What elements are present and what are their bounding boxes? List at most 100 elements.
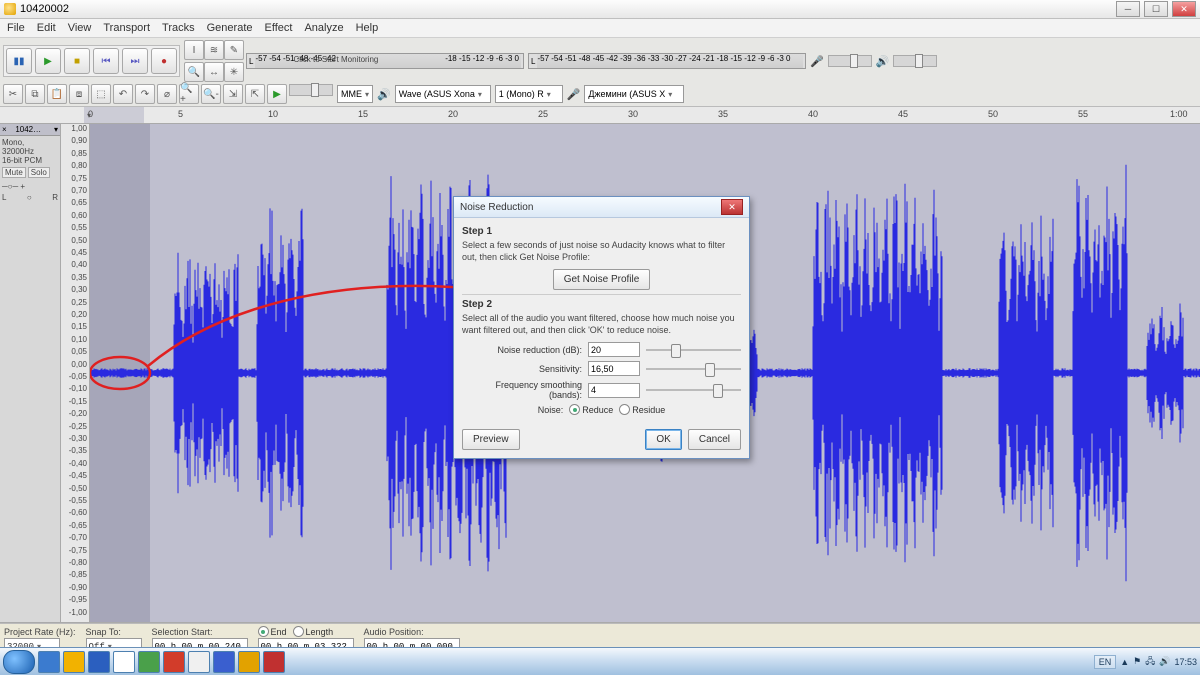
output-channels-select[interactable]: 1 (Mono) R — [495, 85, 563, 103]
sync-lock-button[interactable]: ⌀ — [157, 84, 177, 104]
play-at-speed-button[interactable]: ▶ — [267, 84, 287, 104]
taskbar-clock[interactable]: 17:53 — [1174, 657, 1197, 667]
tray-network-icon[interactable]: 🖧 — [1145, 654, 1155, 670]
taskbar-icon[interactable] — [163, 651, 185, 673]
taskbar-icon[interactable] — [113, 651, 135, 673]
redo-button[interactable]: ↷ — [135, 84, 155, 104]
residue-radio[interactable]: Residue — [619, 404, 665, 415]
nr-input[interactable] — [588, 342, 640, 357]
playback-volume-slider[interactable] — [893, 55, 937, 67]
windows-taskbar[interactable]: EN ▲ ⚑ 🖧 🔊 17:53 — [0, 647, 1200, 675]
window-close-button[interactable]: ✕ — [1172, 1, 1196, 17]
sensitivity-input[interactable] — [588, 361, 640, 376]
menu-file[interactable]: File — [4, 21, 28, 35]
playback-speed-slider[interactable] — [289, 84, 333, 96]
nr-slider[interactable]: .dslider::after{left:var(--pos,50%)} — [646, 345, 741, 355]
cancel-button[interactable]: Cancel — [688, 429, 741, 450]
menu-help[interactable]: Help — [353, 21, 382, 35]
pause-button[interactable]: ▮▮ — [6, 48, 32, 74]
toolbar-area: ▮▮ ▶ ■ ⏮ ⏭ ● I ≋ ✎ 🔍 ↔ ✳ L -57 -54 -51 -… — [0, 38, 1200, 107]
mute-button[interactable]: Mute — [2, 167, 26, 178]
get-noise-profile-button[interactable]: Get Noise Profile — [553, 269, 651, 290]
menu-edit[interactable]: Edit — [34, 21, 59, 35]
tray-flag-icon[interactable]: ▲ — [1120, 657, 1129, 667]
menu-view[interactable]: View — [65, 21, 95, 35]
window-minimize-button[interactable]: ─ — [1116, 1, 1140, 17]
draw-tool[interactable]: ✎ — [224, 40, 244, 60]
noise-reduction-dialog: Noise Reduction ✕ Step 1 Select a few se… — [453, 196, 750, 459]
preview-button[interactable]: Preview — [462, 429, 520, 450]
track-control-panel[interactable]: × 10420002 ▾ Mono, 32000Hz 16-bit PCM Mu… — [0, 124, 61, 622]
snap-to-label: Snap To: — [86, 627, 142, 637]
selection-start-label: Selection Start: — [152, 627, 248, 637]
track-name[interactable]: 10420002 — [15, 125, 45, 134]
skip-end-button[interactable]: ⏭ — [122, 48, 148, 74]
menu-bar: File Edit View Transport Tracks Generate… — [0, 19, 1200, 38]
language-indicator[interactable]: EN — [1094, 655, 1117, 669]
output-device-select[interactable]: Wave (ASUS Xona — [395, 85, 491, 103]
track-menu-button[interactable]: ▾ — [54, 125, 58, 134]
solo-button[interactable]: Solo — [28, 167, 50, 178]
paste-button[interactable]: 📋 — [47, 84, 67, 104]
recording-volume-slider[interactable] — [828, 55, 872, 67]
taskbar-icon[interactable] — [188, 651, 210, 673]
menu-tracks[interactable]: Tracks — [159, 21, 198, 35]
taskbar-icon[interactable] — [213, 651, 235, 673]
speaker-icon: 🔊 — [876, 55, 890, 68]
copy-button[interactable]: ⧉ — [25, 84, 45, 104]
window-title: 10420002 — [20, 3, 69, 15]
menu-transport[interactable]: Transport — [100, 21, 153, 35]
undo-button[interactable]: ↶ — [113, 84, 133, 104]
timeline-ruler[interactable]: 0 5 10 15 20 25 30 35 40 45 50 55 1:00 — [0, 107, 1200, 124]
timeshift-tool[interactable]: ↔ — [204, 62, 224, 82]
dialog-close-button[interactable]: ✕ — [721, 199, 743, 215]
freq-input[interactable] — [588, 383, 640, 398]
cut-button[interactable]: ✂ — [3, 84, 23, 104]
zoom-in-button[interactable]: 🔍+ — [179, 84, 199, 104]
end-radio[interactable]: End — [258, 626, 287, 637]
meter-click-text: Click to Start Monitoring — [293, 55, 378, 64]
zoom-tool[interactable]: 🔍 — [184, 62, 204, 82]
reduce-radio[interactable]: Reduce — [569, 404, 613, 415]
silence-button[interactable]: ⬚ — [91, 84, 111, 104]
ok-button[interactable]: OK — [645, 429, 681, 450]
sensitivity-slider[interactable] — [646, 364, 741, 374]
play-button[interactable]: ▶ — [35, 48, 61, 74]
dialog-titlebar[interactable]: Noise Reduction ✕ — [454, 197, 749, 218]
track-sample: 16-bit PCM — [2, 156, 58, 165]
fit-project-button[interactable]: ⇱ — [245, 84, 265, 104]
trim-button[interactable]: ⧈ — [69, 84, 89, 104]
freq-slider[interactable] — [646, 385, 741, 395]
taskbar-icon[interactable] — [38, 651, 60, 673]
playback-meter[interactable]: L -57 -54 -51 -48 -45 -42 -39 -36 -33 -3… — [528, 53, 806, 69]
track-close-button[interactable]: × — [2, 125, 7, 134]
tray-volume-icon[interactable]: 🔊 — [1159, 656, 1170, 667]
freq-label: Frequency smoothing (bands): — [462, 380, 582, 400]
window-titlebar: 10420002 ─ ☐ ✕ — [0, 0, 1200, 19]
recording-meter[interactable]: L -57 -54 -51 -48 -45 -42Click to Start … — [246, 53, 524, 69]
taskbar-icon[interactable] — [88, 651, 110, 673]
nr-label: Noise reduction (dB): — [462, 345, 582, 355]
input-device-select[interactable]: Джемини (ASUS X — [584, 85, 684, 103]
fit-selection-button[interactable]: ⇲ — [223, 84, 243, 104]
window-maximize-button[interactable]: ☐ — [1144, 1, 1168, 17]
taskbar-icon[interactable] — [63, 651, 85, 673]
taskbar-icon[interactable] — [138, 651, 160, 673]
audio-host-select[interactable]: MME — [337, 85, 373, 103]
length-radio[interactable]: Length — [293, 626, 334, 637]
menu-analyze[interactable]: Analyze — [301, 21, 346, 35]
taskbar-icon[interactable] — [238, 651, 260, 673]
envelope-tool[interactable]: ≋ — [204, 40, 224, 60]
record-button[interactable]: ● — [151, 48, 177, 74]
skip-start-button[interactable]: ⏮ — [93, 48, 119, 74]
dialog-title: Noise Reduction — [460, 202, 533, 213]
zoom-out-button[interactable]: 🔍- — [201, 84, 221, 104]
taskbar-icon[interactable] — [263, 651, 285, 673]
menu-effect[interactable]: Effect — [262, 21, 296, 35]
start-button[interactable] — [3, 650, 35, 674]
stop-button[interactable]: ■ — [64, 48, 90, 74]
menu-generate[interactable]: Generate — [204, 21, 256, 35]
multi-tool[interactable]: ✳ — [224, 62, 244, 82]
selection-tool[interactable]: I — [184, 40, 204, 60]
tray-icon[interactable]: ⚑ — [1133, 656, 1141, 667]
